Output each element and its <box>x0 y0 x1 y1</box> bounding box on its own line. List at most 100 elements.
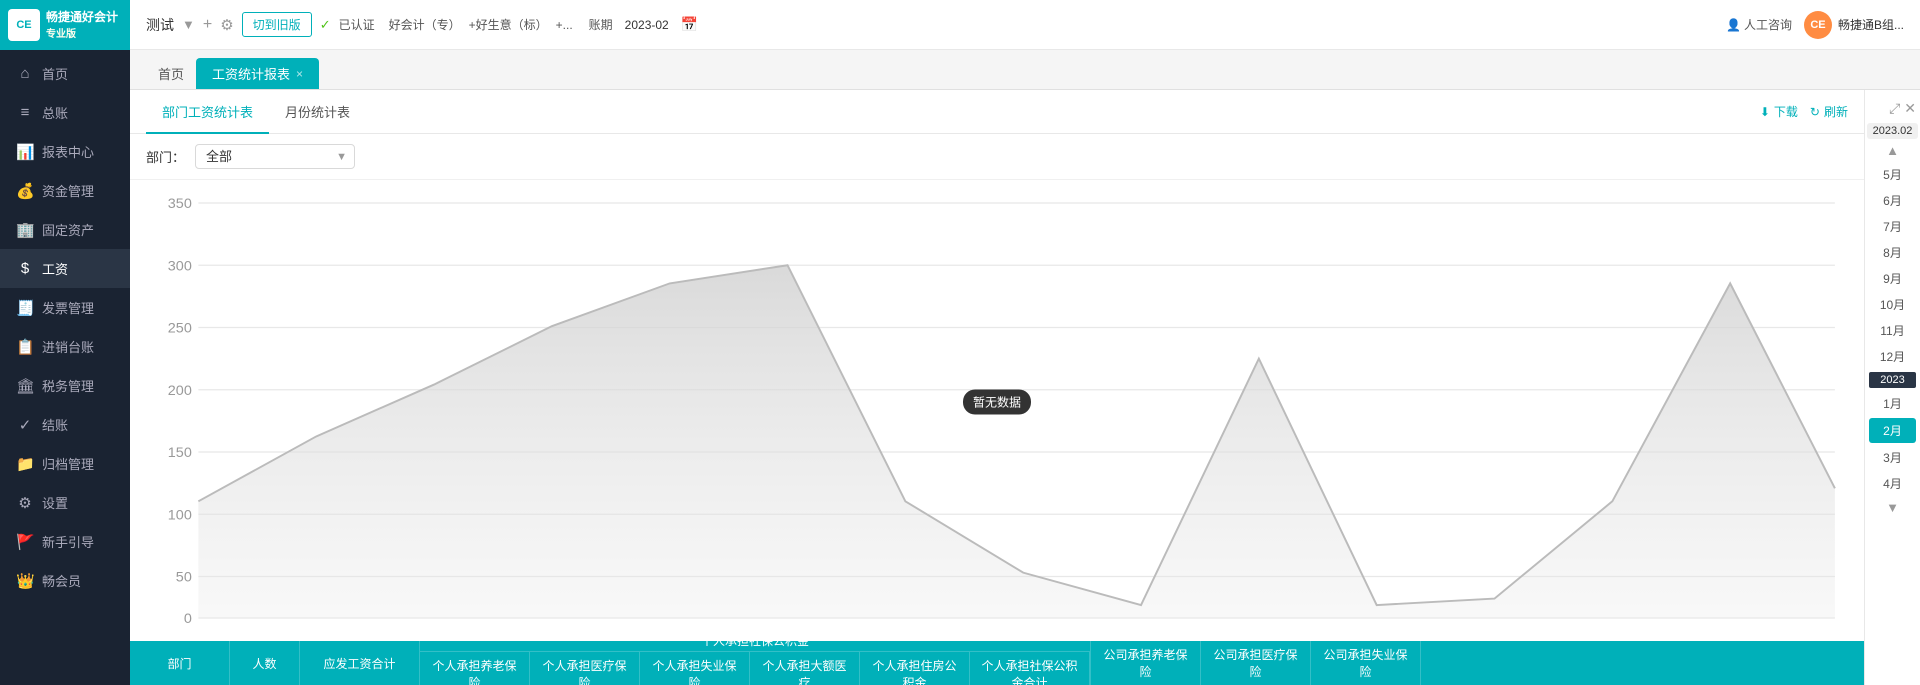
svg-text:0: 0 <box>184 611 192 627</box>
col-personal-medical: 个人承担医疗保险 <box>530 652 640 685</box>
sub-tabs-actions: ⬇ 下载 ↻ 刷新 <box>1760 103 1848 120</box>
col-company-medical: 公司承担医疗保险 <box>1201 641 1311 685</box>
logo-text-group: 畅捷通好会计 专业版 <box>46 10 118 41</box>
checkout-icon: ✓ <box>16 416 34 434</box>
col-personal-unemployment: 个人承担失业保险 <box>640 652 750 685</box>
topbar: 测试 ▼ + ⚙ 切到旧版 ✓ 已认证 好会计（专） +好生意（标） +... … <box>130 0 1920 50</box>
svg-text:100: 100 <box>168 508 192 524</box>
table-header-row: 部门 人数 应发工资合计 个人承担社保公积金 个人承担养老保险 个人承担医疗保险… <box>130 641 1864 685</box>
sidebar-item-funds[interactable]: 💰 资金管理 <box>0 171 130 210</box>
nav-month-10[interactable]: 10月 <box>1865 292 1920 317</box>
reports-icon: 📊 <box>16 143 34 161</box>
settings-icon: ⚙ <box>16 494 34 512</box>
user-avatar: CE <box>1804 11 1832 39</box>
refresh-button[interactable]: ↻ 刷新 <box>1810 103 1848 120</box>
col-dept: 部门 <box>130 641 230 685</box>
sales-icon: 📋 <box>16 338 34 356</box>
nav-month-12[interactable]: 12月 <box>1865 344 1920 369</box>
home-icon: ⌂ <box>16 65 34 82</box>
sidebar-item-invoice[interactable]: 🧾 发票管理 <box>0 288 130 327</box>
ledger-icon: ≡ <box>16 104 34 121</box>
panel-expand-icon[interactable]: ⤢ <box>1889 100 1900 117</box>
nav-month-4[interactable]: 4月 <box>1865 471 1920 496</box>
user-menu[interactable]: CE 畅捷通B组... <box>1804 11 1904 39</box>
dept-select[interactable]: 全部 行政部 技术部 销售部 <box>195 144 355 169</box>
col-count: 人数 <box>230 641 300 685</box>
refresh-icon: ↻ <box>1810 105 1820 119</box>
right-panel-controls: ⤢ ✕ <box>1865 96 1920 117</box>
filter-bar: 部门： 全部 行政部 技术部 销售部 ▼ <box>130 134 1864 180</box>
nav-month-1[interactable]: 1月 <box>1865 391 1920 416</box>
company-name: 测试 <box>146 15 174 35</box>
tab-close-icon[interactable]: × <box>296 67 303 81</box>
calendar-icon[interactable]: 📅 <box>681 16 698 33</box>
nav-month-6[interactable]: 6月 <box>1865 188 1920 213</box>
nav-month-11[interactable]: 11月 <box>1865 318 1920 343</box>
nav-month-7[interactable]: 7月 <box>1865 214 1920 239</box>
tab-home[interactable]: 首页 <box>146 58 196 89</box>
year-badge-2023: 2023 <box>1869 372 1916 388</box>
period-value: 2023-02 <box>625 18 669 32</box>
svg-text:250: 250 <box>168 321 192 337</box>
sidebar-item-guide[interactable]: 🚩 新手引导 <box>0 522 130 561</box>
nav-month-2[interactable]: 2月 <box>1869 418 1916 443</box>
sidebar-item-sales[interactable]: 📋 进销台账 <box>0 327 130 366</box>
topbar-right: 👤 人工咨询 CE 畅捷通B组... <box>1726 11 1904 39</box>
sidebar-item-tax[interactable]: 🏛 税务管理 <box>0 366 130 405</box>
sidebar-item-ledger[interactable]: ≡ 总账 <box>0 93 130 132</box>
good-account-label: 好会计（专） <box>389 16 461 33</box>
col-company-pension: 公司承担养老保险 <box>1091 641 1201 685</box>
col-personal-housing-fund: 个人承担住房公积金 <box>860 652 970 685</box>
assets-icon: 🏢 <box>16 221 34 239</box>
gear-icon[interactable]: ⚙ <box>220 16 233 34</box>
certified-icon: ✓ <box>320 17 331 33</box>
tab-salary-report[interactable]: 工资统计报表 × <box>196 58 319 89</box>
nav-month-9[interactable]: 9月 <box>1865 266 1920 291</box>
funds-icon: 💰 <box>16 182 34 200</box>
main-content: 部门工资统计表 月份统计表 ⬇ 下载 ↻ 刷新 <box>130 90 1864 685</box>
sidebar-item-reports[interactable]: 📊 报表中心 <box>0 132 130 171</box>
archive-icon: 📁 <box>16 455 34 473</box>
sub-tab-dept[interactable]: 部门工资统计表 <box>146 90 269 134</box>
invoice-icon: 🧾 <box>16 299 34 317</box>
panel-close-icon[interactable]: ✕ <box>1904 100 1916 117</box>
svg-text:350: 350 <box>168 196 192 212</box>
sidebar-item-settings[interactable]: ⚙ 设置 <box>0 483 130 522</box>
content-area: 部门工资统计表 月份统计表 ⬇ 下载 ↻ 刷新 <box>130 90 1920 685</box>
tab-bar: 首页 工资统计报表 × <box>130 50 1920 90</box>
guide-icon: 🚩 <box>16 533 34 551</box>
period-label: 账期 <box>589 16 613 33</box>
sidebar-item-member[interactable]: 👑 畅会员 <box>0 561 130 600</box>
chart-tooltip: 暂无数据 <box>963 389 1031 414</box>
switch-version-button[interactable]: 切到旧版 <box>242 12 312 37</box>
more-label: +... <box>556 18 573 32</box>
nav-down-arrow[interactable]: ▼ <box>1886 496 1899 519</box>
nav-month-3[interactable]: 3月 <box>1865 445 1920 470</box>
help-button[interactable]: 👤 人工咨询 <box>1726 16 1792 33</box>
svg-text:300: 300 <box>168 258 192 274</box>
sidebar-item-salary[interactable]: $ 工资 <box>0 249 130 288</box>
salary-icon: $ <box>16 260 34 277</box>
download-button[interactable]: ⬇ 下载 <box>1760 103 1798 120</box>
member-icon: 👑 <box>16 572 34 590</box>
nav-up-arrow[interactable]: ▲ <box>1886 139 1899 162</box>
sub-tabs: 部门工资统计表 月份统计表 ⬇ 下载 ↻ 刷新 <box>130 90 1864 134</box>
sidebar-item-checkout[interactable]: ✓ 结账 <box>0 405 130 444</box>
dept-select-wrapper: 全部 行政部 技术部 销售部 ▼ <box>195 144 355 169</box>
download-icon: ⬇ <box>1760 105 1770 119</box>
filter-label: 部门： <box>146 147 185 166</box>
nav-month-8[interactable]: 8月 <box>1865 240 1920 265</box>
add-button[interactable]: + <box>203 16 212 34</box>
company-dropdown-icon[interactable]: ▼ <box>182 17 195 32</box>
tax-icon: 🏛 <box>16 377 34 395</box>
sub-tab-monthly[interactable]: 月份统计表 <box>269 90 366 134</box>
col-group-personal-cells: 个人承担养老保险 个人承担医疗保险 个人承担失业保险 个人承担大额医疗 个人承担… <box>420 652 1090 685</box>
col-company-unemployment: 公司承担失业保险 <box>1311 641 1421 685</box>
right-panel-date: 2023.02 <box>1867 123 1919 139</box>
sidebar-item-archive[interactable]: 📁 归档管理 <box>0 444 130 483</box>
sidebar-item-assets[interactable]: 🏢 固定资产 <box>0 210 130 249</box>
sidebar-item-home[interactable]: ⌂ 首页 <box>0 54 130 93</box>
nav-month-5[interactable]: 5月 <box>1865 162 1920 187</box>
chart-area: 0 50 100 150 200 250 300 350 <box>130 180 1864 641</box>
certified-label: 已认证 <box>339 16 375 33</box>
